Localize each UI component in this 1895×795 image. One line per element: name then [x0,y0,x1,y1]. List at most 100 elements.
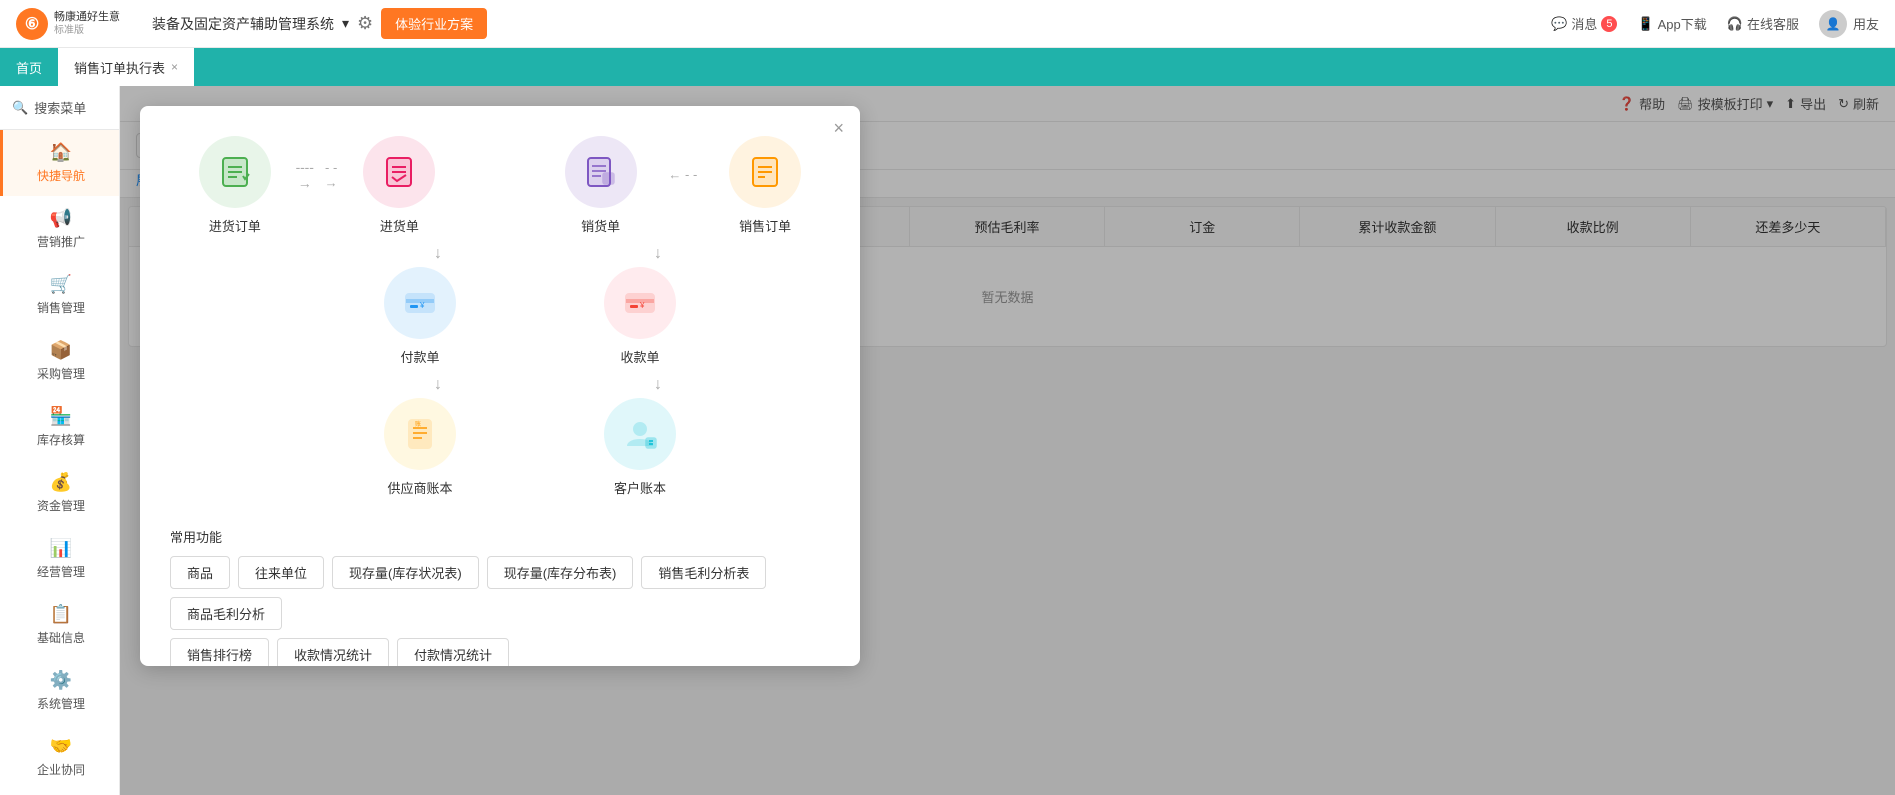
func-btn-inventory-dist[interactable]: 现存量(库存分布表) [487,556,634,589]
system-icon: ⚙️ [50,670,72,691]
sidebar-label-system: 系统管理 [37,695,85,712]
search-menu-button[interactable]: 🔍 搜索菜单 [8,94,111,121]
sidebar-item-system[interactable]: ⚙️ 系统管理 [0,658,119,724]
down-arrow-purchase-bill: ↓ [360,245,480,263]
purchase-order-icon [199,136,271,208]
inventory-icon: 🏪 [50,406,72,427]
customer-ledger-label: 客户账本 [614,478,666,497]
top-header: ⑥ 畅康通好生意 标准版 装备及固定资产辅助管理系统 ▾ ⚙ 体验行业方案 💬 … [0,0,1895,48]
sidebar-item-finance[interactable]: 💰 资金管理 [0,460,119,526]
purchase-order-label: 进货订单 [209,216,261,235]
sidebar-item-operation[interactable]: 📊 经营管理 [0,526,119,592]
func-btn-receipt-stats[interactable]: 收款情况统计 [277,638,389,666]
flow-node-payment-bill[interactable]: ¥ 付款单 [360,267,480,366]
search-menu-label: 搜索菜单 [34,98,86,117]
func-btn-sales-margin[interactable]: 销售毛利分析表 [641,556,766,589]
logo-area: ⑥ 畅康通好生意 标准版 [16,8,136,40]
func-btn-contact[interactable]: 往来单位 [238,556,324,589]
flow-area: 进货订单 - - → [140,106,860,527]
modal: × [140,106,860,666]
system-dropdown-arrow[interactable]: ▾ [342,15,349,32]
payment-bill-icon: ¥ [384,267,456,339]
sidebar-item-purchase[interactable]: 📦 采购管理 [0,328,119,394]
logo-icon: ⑥ [16,8,48,40]
func-btn-sales-rank[interactable]: 销售排行榜 [170,638,269,666]
flow-node-receipt-bill[interactable]: ¥ 收款单 [580,267,700,366]
flow-row-1: 进货订单 - - → [180,136,820,235]
message-badge: 5 [1601,16,1617,32]
online-service-label: 在线客服 [1747,14,1799,33]
purchase-icon: 📦 [50,340,72,361]
common-functions: 常用功能 商品 往来单位 现存量(库存状况表) 现存量(库存分布表) 销售毛利分… [140,527,860,666]
user-area[interactable]: 👤 用友 [1819,10,1879,38]
flow-arrows-down-row: ↓ ↓ [180,245,820,263]
sidebar-item-basic[interactable]: 📋 基础信息 [0,592,119,658]
receipt-bill-icon: ¥ [604,267,676,339]
func-btn-product-margin[interactable]: 商品毛利分析 [170,597,282,630]
tab-bar: 首页 销售订单执行表 × [0,48,1895,86]
app-download-label: App下载 [1658,14,1707,33]
finance-icon: 💰 [50,472,72,493]
svg-text:账: 账 [415,420,421,428]
receipt-bill-label: 收款单 [620,347,659,366]
down-arrow-sales-bill: ↓ [580,245,700,263]
flow-node-purchase-bill[interactable]: 进货单 [345,136,455,235]
func-btn-product[interactable]: 商品 [170,556,230,589]
sales-bill-icon [565,136,637,208]
supplier-ledger-label: 供应商账本 [387,478,452,497]
modal-overlay: × [120,86,1895,795]
sidebar-label-collab: 企业协同 [37,761,85,778]
sales-icon: 🛒 [50,274,72,295]
func-buttons-row: 商品 往来单位 现存量(库存状况表) 现存量(库存分布表) 销售毛利分析表 商品… [170,556,830,630]
sidebar-item-sales[interactable]: 🛒 销售管理 [0,262,119,328]
svg-text:¥: ¥ [419,301,425,310]
sidebar-item-quick-nav[interactable]: 🏠 快捷导航 [0,130,119,196]
app-subtitle: 标准版 [54,24,120,37]
sidebar-item-inventory[interactable]: 🏪 库存核算 [0,394,119,460]
flow-node-customer-ledger[interactable]: 客户账本 [580,398,700,497]
username: 用友 [1853,14,1879,33]
content-area: ❓ 帮助 🖨 按模板打印 ▾ ⬆ 导出 ↻ 刷新 📅 单据状态 [120,86,1895,795]
tab-sales-order-label: 销售订单执行表 [74,58,165,77]
tab-home[interactable]: 首页 [0,48,58,86]
down-arrow-receipt: ↓ [580,376,700,394]
trial-button[interactable]: 体验行业方案 [381,8,487,39]
modal-close-button[interactable]: × [833,118,844,139]
customer-ledger-icon [604,398,676,470]
arrow-purchase-to-bill: - - → [290,159,345,213]
sidebar-label-purchase: 采购管理 [37,365,85,382]
sidebar-item-marketing[interactable]: 📢 营销推广 [0,196,119,262]
message-item[interactable]: 💬 消息 5 [1551,14,1617,33]
app-download-item[interactable]: 📱 App下载 [1637,14,1706,33]
sidebar-item-newbie[interactable]: 📖 新手引导 [0,790,119,795]
phone-icon: 📱 [1637,16,1653,32]
basic-icon: 📋 [50,604,72,625]
svg-text:¥: ¥ [639,301,645,310]
sidebar-label-operation: 经营管理 [37,563,85,580]
message-label: 消息 [1571,14,1597,33]
tab-sales-order[interactable]: 销售订单执行表 × [58,48,194,86]
marketing-icon: 📢 [50,208,72,229]
func-buttons-row-2: 销售排行榜 收款情况统计 付款情况统计 [170,638,830,666]
flow-node-supplier-ledger[interactable]: 账 供应商账本 [360,398,480,497]
sidebar: 🔍 搜索菜单 🏠 快捷导航 📢 营销推广 🛒 销售管理 📦 采购管理 🏪 库存核… [0,86,120,795]
flow-node-purchase-order[interactable]: 进货订单 [180,136,290,235]
payment-bill-label: 付款单 [400,347,439,366]
sidebar-item-collab[interactable]: 🤝 企业协同 [0,724,119,790]
func-btn-inventory-status[interactable]: 现存量(库存状况表) [332,556,479,589]
collab-icon: 🤝 [50,736,72,757]
sales-order-icon [729,136,801,208]
tab-close-icon[interactable]: × [171,60,178,74]
system-title-area: 装备及固定资产辅助管理系统 ▾ ⚙ 体验行业方案 [136,8,1531,39]
flow-node-sales-bill[interactable]: 销货单 [546,136,656,235]
online-service-item[interactable]: 🎧 在线客服 [1727,14,1799,33]
flow-node-sales-order[interactable]: 销售订单 [710,136,820,235]
func-btn-payment-stats[interactable]: 付款情况统计 [397,638,509,666]
sidebar-label-sales: 销售管理 [37,299,85,316]
sidebar-label-marketing: 营销推广 [37,233,85,250]
avatar: 👤 [1819,10,1847,38]
supplier-ledger-icon: 账 [384,398,456,470]
purchase-bill-icon [363,136,435,208]
gear-button[interactable]: ⚙ [357,13,373,34]
sidebar-label-inventory: 库存核算 [37,431,85,448]
